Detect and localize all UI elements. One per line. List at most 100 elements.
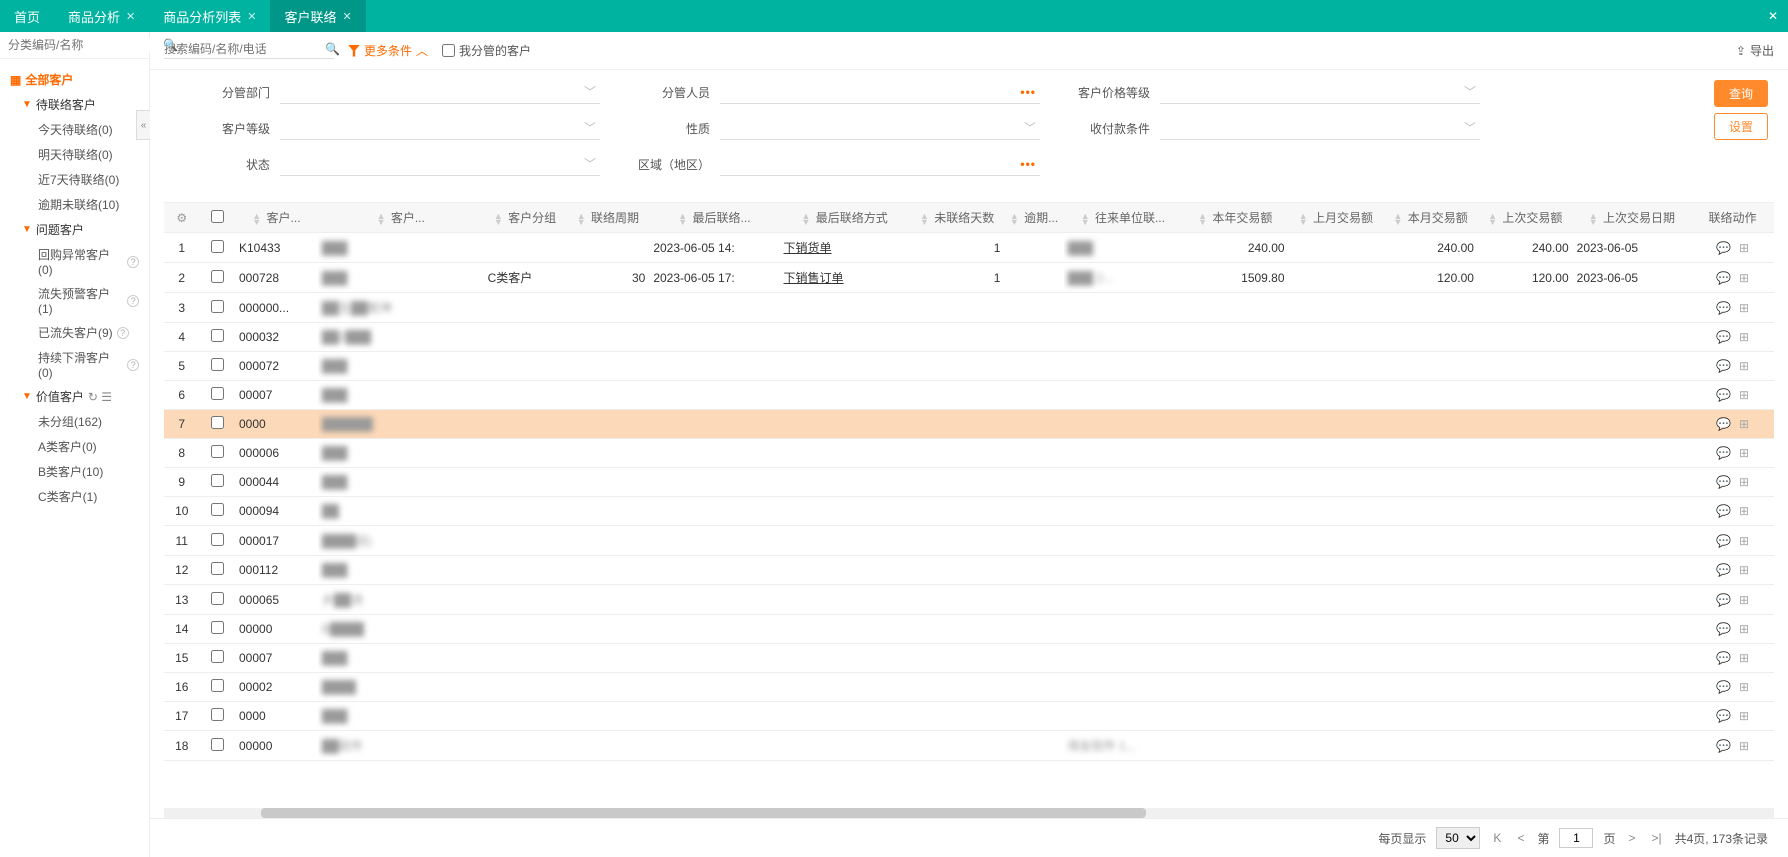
contact-icon[interactable]: 💬 [1716, 446, 1731, 460]
sort-icon[interactable]: ▲▼ [1393, 213, 1402, 225]
qr-icon[interactable]: ⊞ [1739, 417, 1749, 431]
qr-icon[interactable]: ⊞ [1739, 359, 1749, 373]
col-0[interactable]: ⚙ [164, 203, 200, 233]
col-15[interactable]: ▲▼ 上次交易日期 [1573, 203, 1691, 233]
contact-icon[interactable]: 💬 [1716, 388, 1731, 402]
qr-icon[interactable]: ⊞ [1739, 563, 1749, 577]
table-row[interactable]: 13000065乡██诗💬⊞ [164, 585, 1774, 615]
qr-icon[interactable]: ⊞ [1739, 301, 1749, 315]
contact-icon[interactable]: 💬 [1716, 301, 1731, 315]
row-checkbox[interactable] [211, 562, 224, 575]
filter-input[interactable]: ﹀ [1160, 80, 1480, 104]
contact-icon[interactable]: 💬 [1716, 563, 1731, 577]
close-icon[interactable]: ✕ [247, 10, 256, 23]
table-row[interactable]: 8000006███💬⊞ [164, 439, 1774, 468]
qr-icon[interactable]: ⊞ [1739, 504, 1749, 518]
contact-icon[interactable]: 💬 [1716, 417, 1731, 431]
tree-leaf-1-3[interactable]: 持续下滑客户(0)? [4, 345, 145, 384]
col-7[interactable]: ▲▼ 最后联络方式 [780, 203, 910, 233]
table-row[interactable]: 11000017████店)💬⊞ [164, 526, 1774, 556]
table-row[interactable]: 1400000B████💬⊞ [164, 615, 1774, 644]
table-wrap[interactable]: ⚙▲▼ 客户...▲▼ 客户...▲▼ 客户分组▲▼ 联络周期▲▼ 最后联络..… [164, 202, 1774, 808]
sort-icon[interactable]: ▲▼ [252, 213, 261, 225]
refresh-icon[interactable]: ↻ ☰ [88, 390, 112, 404]
qr-icon[interactable]: ⊞ [1739, 622, 1749, 636]
tree-leaf-2-2[interactable]: B类客户(10) [4, 459, 145, 484]
my-customers-checkbox[interactable]: 我分管的客户 [442, 42, 531, 59]
row-checkbox[interactable] [211, 445, 224, 458]
close-all-tabs[interactable]: ✕ [1758, 0, 1788, 32]
qr-icon[interactable]: ⊞ [1739, 534, 1749, 548]
tree-group-0[interactable]: ▼待联络客户 [4, 92, 145, 117]
tab-0[interactable]: 首页 [0, 0, 54, 32]
first-page[interactable]: K [1490, 831, 1504, 845]
sort-icon[interactable]: ▲▼ [1589, 213, 1598, 225]
prev-page[interactable]: < [1514, 831, 1527, 845]
table-row[interactable]: 600007███💬⊞ [164, 381, 1774, 410]
sort-icon[interactable]: ▲▼ [494, 213, 503, 225]
qr-icon[interactable]: ⊞ [1739, 446, 1749, 460]
table-row[interactable]: 3000000...██生██乾坤💬⊞ [164, 293, 1774, 323]
table-row[interactable]: 70000██████💬⊞ [164, 410, 1774, 439]
col-5[interactable]: ▲▼ 联络周期 [566, 203, 649, 233]
table-row[interactable]: 1500007███💬⊞ [164, 644, 1774, 673]
tree-leaf-0-3[interactable]: 逾期未联络(10) [4, 192, 145, 217]
tree-leaf-1-0[interactable]: 回购异常客户(0)? [4, 242, 145, 281]
filter-input[interactable]: ﹀ [1160, 116, 1480, 140]
tab-1[interactable]: 商品分析✕ [54, 0, 149, 32]
col-6[interactable]: ▲▼ 最后联络... [649, 203, 779, 233]
row-checkbox[interactable] [211, 592, 224, 605]
qr-icon[interactable]: ⊞ [1739, 241, 1749, 255]
method-link[interactable]: 下销售订单 [784, 271, 844, 285]
page-input[interactable] [1559, 828, 1593, 848]
filter-input[interactable]: ﹀ [280, 116, 600, 140]
row-checkbox[interactable] [211, 416, 224, 429]
tree-leaf-0-2[interactable]: 近7天待联络(0) [4, 167, 145, 192]
method-link[interactable]: 下销货单 [784, 241, 832, 255]
qr-icon[interactable]: ⊞ [1739, 739, 1749, 753]
sort-icon[interactable]: ▲▼ [1198, 213, 1207, 225]
filter-input[interactable]: ﹀ [720, 116, 1040, 140]
row-checkbox[interactable] [211, 533, 224, 546]
filter-input[interactable]: ﹀ [280, 80, 600, 104]
row-checkbox[interactable] [211, 474, 224, 487]
tab-3[interactable]: 客户联络✕ [270, 0, 365, 32]
col-12[interactable]: ▲▼ 上月交易额 [1289, 203, 1384, 233]
tree-leaf-1-1[interactable]: 流失预警客户(1)? [4, 281, 145, 320]
col-1[interactable] [200, 203, 236, 233]
tree-leaf-2-3[interactable]: C类客户(1) [4, 484, 145, 509]
collapse-sidebar[interactable]: « [136, 110, 150, 140]
tree-leaf-1-2[interactable]: 已流失客户(9)? [4, 320, 145, 345]
help-icon[interactable]: ? [127, 256, 139, 268]
table-row[interactable]: 170000███💬⊞ [164, 702, 1774, 731]
search-icon[interactable]: 🔍 [325, 42, 340, 56]
qr-icon[interactable]: ⊞ [1739, 680, 1749, 694]
my-customers-input[interactable] [442, 44, 455, 57]
contact-icon[interactable]: 💬 [1716, 330, 1731, 344]
contact-icon[interactable]: 💬 [1716, 504, 1731, 518]
table-row[interactable]: 12000112███💬⊞ [164, 556, 1774, 585]
table-row[interactable]: 5000072███💬⊞ [164, 352, 1774, 381]
sort-icon[interactable]: ▲▼ [1081, 213, 1090, 225]
filter-input[interactable]: ••• [720, 80, 1040, 104]
help-icon[interactable]: ? [127, 359, 139, 371]
row-checkbox[interactable] [211, 329, 224, 342]
table-row[interactable]: 9000044███💬⊞ [164, 468, 1774, 497]
select-all-checkbox[interactable] [211, 210, 224, 223]
col-11[interactable]: ▲▼ 本年交易额 [1182, 203, 1289, 233]
more-conditions-toggle[interactable]: 更多条件 ︿ [348, 42, 428, 59]
horizontal-scrollbar[interactable] [164, 808, 1774, 818]
contact-icon[interactable]: 💬 [1716, 739, 1731, 753]
qr-icon[interactable]: ⊞ [1739, 593, 1749, 607]
table-row[interactable]: 1K10433███2023-06-05 14:下销货单1███240.0024… [164, 233, 1774, 263]
query-button[interactable]: 查询 [1714, 80, 1768, 107]
next-page[interactable]: > [1625, 831, 1638, 845]
qr-icon[interactable]: ⊞ [1739, 330, 1749, 344]
tree-root[interactable]: ▦全部客户 [4, 67, 145, 92]
sort-icon[interactable]: ▲▼ [1299, 213, 1308, 225]
help-icon[interactable]: ? [117, 327, 129, 339]
qr-icon[interactable]: ⊞ [1739, 388, 1749, 402]
row-checkbox[interactable] [211, 240, 224, 253]
col-2[interactable]: ▲▼ 客户... [235, 203, 318, 233]
contact-icon[interactable]: 💬 [1716, 680, 1731, 694]
